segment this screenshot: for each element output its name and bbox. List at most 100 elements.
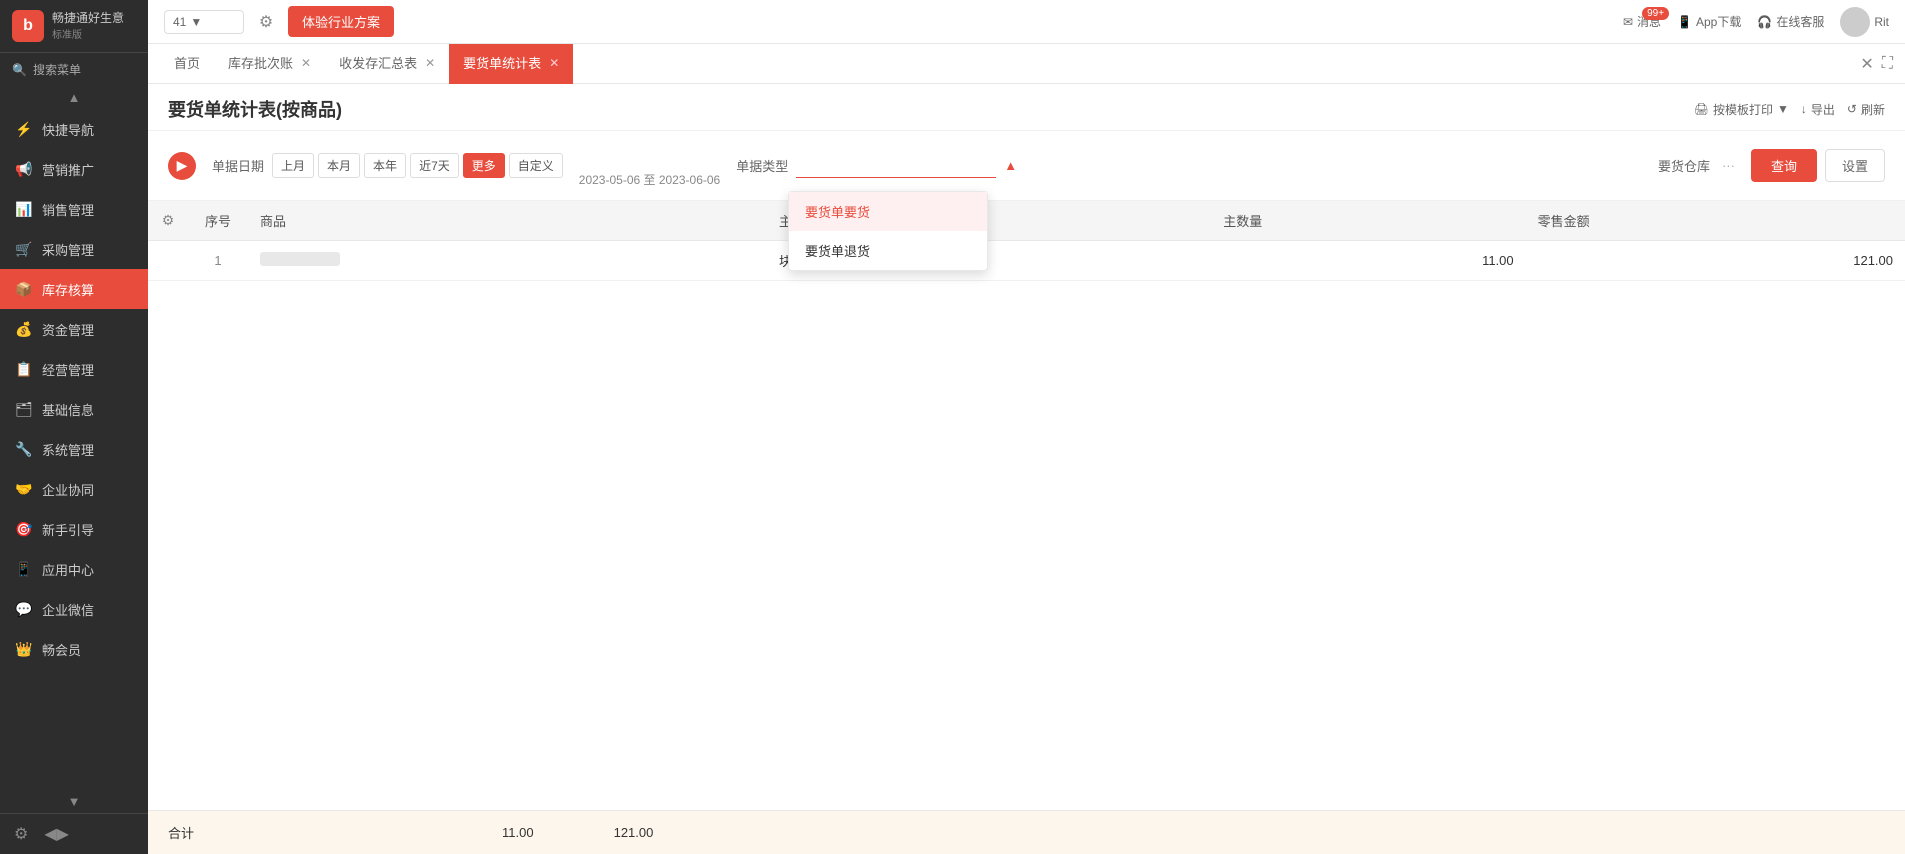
sidebar-item-operation[interactable]: 📋 经营管理 [0,349,148,389]
sidebar-item-label: 基础信息 [42,400,94,419]
sidebar-item-inventory[interactable]: 📦 库存核算 [0,269,148,309]
sidebar-item-basic[interactable]: 🗂 基础信息 [0,389,148,429]
purchase-icon: 🛒 [14,239,34,259]
print-icon: 🖨 [1694,102,1709,116]
gear-icon: ⚙ [259,12,273,32]
app-download-label: App下载 [1696,13,1741,30]
page-actions: 🖨 按模板打印 ▼ ↓ 导出 ↺ 刷新 [1694,101,1885,118]
num-col-header: 序号 [188,201,248,241]
sidebar-item-wechat[interactable]: 💬 企业微信 [0,589,148,629]
type-dropdown: 要货单要货 要货单退货 [788,191,988,271]
sidebar-item-quick-nav[interactable]: ⚡ 快捷导航 [0,109,148,149]
data-table: ⚙ 序号 商品 主计量单位 主数量 零售金额 1 [148,201,1905,281]
expand-filter-button[interactable]: ▶ [168,152,196,180]
column-settings-icon[interactable]: ⚙ [162,212,175,228]
sidebar-item-purchase[interactable]: 🛒 采购管理 [0,229,148,269]
marketing-icon: 📢 [14,159,34,179]
more-dates-btn[interactable]: 更多 [463,153,505,178]
tab-inventory-batch-close[interactable]: ✕ [301,57,311,69]
tab-receive-summary-close[interactable]: ✕ [425,57,435,69]
topbar-gear-button[interactable]: ⚙ [252,8,280,36]
logo-sub: 标准版 [52,26,124,41]
quantity-col-header: 主数量 [1211,201,1525,241]
sidebar-item-label: 库存核算 [42,280,94,299]
trial-button[interactable]: 体验行业方案 [288,6,394,37]
wechat-icon: 💬 [14,599,34,619]
inventory-icon: 📦 [14,279,34,299]
this-year-btn[interactable]: 本年 [364,153,406,178]
sidebar-item-appstore[interactable]: 📱 应用中心 [0,549,148,589]
operation-icon: 📋 [14,359,34,379]
row-goods-cell [248,241,767,281]
sidebar-item-sales[interactable]: 📊 销售管理 [0,189,148,229]
tab-receive-summary[interactable]: 收发存汇总表 ✕ [325,44,449,84]
app-download-button[interactable]: 📱 App下载 [1677,13,1741,30]
logo-icon: b [12,10,44,42]
page-header: 要货单统计表(按商品) 🖨 按模板打印 ▼ ↓ 导出 ↺ 刷新 [148,84,1905,131]
page-title: 要货单统计表(按商品) [168,96,342,122]
tab-inventory-batch[interactable]: 库存批次账 ✕ [214,44,325,84]
tab-order-stats[interactable]: 要货单统计表 ✕ [449,44,573,84]
settings-button[interactable]: 设置 [1825,149,1885,182]
online-service-button[interactable]: 🎧 在线客服 [1757,13,1824,30]
refresh-button[interactable]: ↺ 刷新 [1847,101,1885,118]
tab-order-stats-close[interactable]: ✕ [549,57,559,69]
last-7-days-btn[interactable]: 近7天 [410,153,459,178]
settings-col-header: ⚙ [148,201,188,241]
topbar: 41 ▼ ⚙ 体验行业方案 ✉ 消息 99+ 📱 App下载 🎧 在线客服 [148,0,1905,44]
type-select-input[interactable] [796,154,996,178]
guide-icon: 🎯 [14,519,34,539]
avatar [1840,7,1870,37]
custom-date-btn[interactable]: 自定义 [509,153,563,178]
sidebar-bottom: ⚙ ◀▶ [0,813,148,854]
scroll-down-btn[interactable]: ▼ [0,790,148,813]
query-button[interactable]: 查询 [1751,149,1817,182]
appstore-icon: 📱 [14,559,34,579]
search-menu-item[interactable]: 🔍 搜索菜单 [0,53,148,86]
sidebar-item-label: 企业协同 [42,480,94,499]
sidebar-item-guide[interactable]: 🎯 新手引导 [0,509,148,549]
this-month-btn[interactable]: 本月 [318,153,360,178]
sidebar-nav: ⚡ 快捷导航 📢 营销推广 📊 销售管理 🛒 采购管理 📦 库存核算 💰 资金管… [0,109,148,790]
export-icon: ↓ [1801,102,1807,116]
message-button[interactable]: ✉ 消息 99+ [1623,13,1661,30]
table-header-row: ⚙ 序号 商品 主计量单位 主数量 零售金额 [148,201,1905,241]
sidebar-item-collab[interactable]: 🤝 企业协同 [0,469,148,509]
search-label: 搜索菜单 [33,61,81,78]
date-range: 2023-05-06 至 2023-06-06 [579,171,720,188]
user-menu[interactable]: Rit [1840,7,1889,37]
scroll-up-btn[interactable]: ▲ [0,86,148,109]
tabs-bar: 首页 库存批次账 ✕ 收发存汇总表 ✕ 要货单统计表 ✕ ✕ ⛶ [148,44,1905,84]
sales-icon: 📊 [14,199,34,219]
print-button[interactable]: 🖨 按模板打印 ▼ [1694,101,1789,118]
close-all-button[interactable]: ✕ [1860,54,1873,74]
tab-home[interactable]: 首页 [160,44,214,84]
row-amount-cell: 121.00 [1526,241,1905,281]
warehouse-filter-group: 要货仓库 ··· [1658,156,1735,175]
tab-home-label: 首页 [174,53,200,72]
settings-icon[interactable]: ⚙ [14,824,28,844]
export-button[interactable]: ↓ 导出 [1801,101,1835,118]
sidebar-item-label: 新手引导 [42,520,94,539]
warehouse-more-icon[interactable]: ··· [1722,158,1735,173]
dropdown-item-order-return[interactable]: 要货单退货 [789,231,987,270]
sidebar-item-label: 资金管理 [42,320,94,339]
print-label: 按模板打印 [1713,101,1773,118]
row-num-cell: 1 [188,241,248,281]
goods-col-header: 商品 [248,201,767,241]
expand-button[interactable]: ⛶ [1882,55,1893,73]
filter-bar: ▶ 单据日期 上月 本月 本年 近7天 更多 自定义 2023-05-06 至 … [148,131,1905,201]
store-selector[interactable]: 41 ▼ [164,10,244,34]
sidebar-item-label: 采购管理 [42,240,94,259]
sidebar-item-label: 应用中心 [42,560,94,579]
dropdown-item-order-goods[interactable]: 要货单要货 [789,192,987,231]
chevron-up-icon[interactable]: ▲ [1004,158,1017,173]
sidebar-item-marketing[interactable]: 📢 营销推广 [0,149,148,189]
sidebar-item-finance[interactable]: 💰 资金管理 [0,309,148,349]
sidebar-item-member[interactable]: 👑 畅会员 [0,629,148,669]
sidebar-item-system[interactable]: 🔧 系统管理 [0,429,148,469]
sidebar: b 畅捷通好生意 标准版 🔍 搜索菜单 ▲ ⚡ 快捷导航 📢 营销推广 📊 销售… [0,0,148,854]
system-icon: 🔧 [14,439,34,459]
last-month-btn[interactable]: 上月 [272,153,314,178]
collapse-icon[interactable]: ◀▶ [44,824,69,844]
